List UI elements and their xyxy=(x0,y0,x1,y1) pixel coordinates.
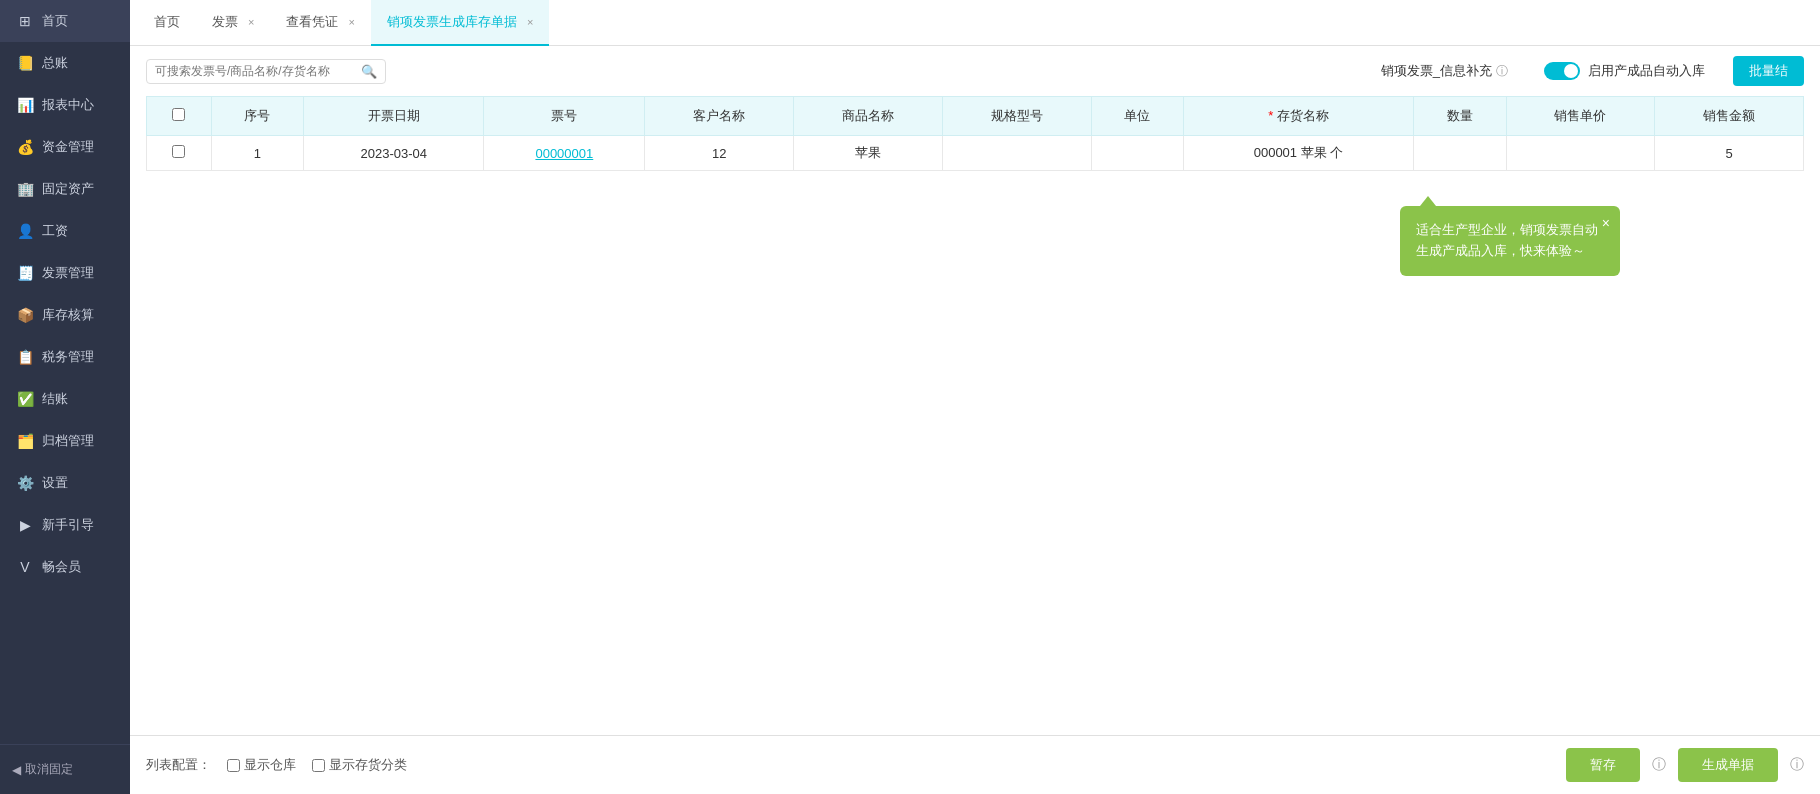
ledger-icon: 📒 xyxy=(16,54,34,72)
sidebar-item-guide[interactable]: ▶ 新手引导 xyxy=(0,504,130,546)
pin-icon: ◀ xyxy=(12,763,21,777)
main-area: 首页 发票 × 查看凭证 × 销项发票生成库存单据 × 🔍 销项发票_信息补充 … xyxy=(130,0,1820,794)
info-help-icon[interactable]: ⓘ xyxy=(1496,63,1508,80)
batch-button[interactable]: 批量结 xyxy=(1733,56,1804,86)
col-inventory: 存货名称 xyxy=(1184,97,1414,136)
cell-spec xyxy=(942,136,1091,171)
vip-icon: V xyxy=(16,558,34,576)
sidebar-item-settlement[interactable]: ✅ 结账 xyxy=(0,378,130,420)
col-product: 商品名称 xyxy=(794,97,943,136)
tab-cancel-invoice[interactable]: 销项发票生成库存单据 × xyxy=(371,0,549,46)
col-date: 开票日期 xyxy=(304,97,484,136)
sidebar-bottom: ◀ 取消固定 xyxy=(0,744,130,794)
generate-button[interactable]: 生成单据 xyxy=(1678,748,1778,782)
page-body: 🔍 销项发票_信息补充 ⓘ 启用产成品自动入库 批量结 xyxy=(130,46,1820,794)
inventory-icon: 📦 xyxy=(16,306,34,324)
archive-icon: 🗂️ xyxy=(16,432,34,450)
tab-home[interactable]: 首页 xyxy=(138,0,196,46)
tab-cancel-invoice-close[interactable]: × xyxy=(527,16,533,28)
col-customer: 客户名称 xyxy=(645,97,794,136)
tooltip-close-button[interactable]: × xyxy=(1602,212,1610,234)
show-category-checkbox[interactable]: 显示存货分类 xyxy=(312,756,407,774)
row-checkbox[interactable] xyxy=(172,145,185,158)
settings-icon: ⚙️ xyxy=(16,474,34,492)
cell-amount: 5 xyxy=(1655,136,1804,171)
funds-icon: 💰 xyxy=(16,138,34,156)
cell-seq: 1 xyxy=(211,136,304,171)
tab-invoice-close[interactable]: × xyxy=(248,16,254,28)
show-warehouse-checkbox[interactable]: 显示仓库 xyxy=(227,756,296,774)
unpin-button[interactable]: ◀ 取消固定 xyxy=(0,753,130,786)
cell-unit-price xyxy=(1506,136,1655,171)
fixed-assets-icon: 🏢 xyxy=(16,180,34,198)
reports-icon: 📊 xyxy=(16,96,34,114)
data-table: 序号 开票日期 票号 客户名称 商品名称 规格型号 单位 存货名称 数量 销售单… xyxy=(146,96,1804,171)
col-amount: 销售金额 xyxy=(1655,97,1804,136)
search-box[interactable]: 🔍 xyxy=(146,59,386,84)
col-unit: 单位 xyxy=(1091,97,1184,136)
col-seq: 序号 xyxy=(211,97,304,136)
tooltip-arrow xyxy=(1420,196,1436,206)
sidebar-item-fixed-assets[interactable]: 🏢 固定资产 xyxy=(0,168,130,210)
cell-inventory: 000001 苹果 个 xyxy=(1184,136,1414,171)
sidebar-item-tax[interactable]: 📋 税务管理 xyxy=(0,336,130,378)
tab-bar: 首页 发票 × 查看凭证 × 销项发票生成库存单据 × xyxy=(130,0,1820,46)
sidebar-item-home[interactable]: ⊞ 首页 xyxy=(0,0,130,42)
save-help-icon[interactable]: ⓘ xyxy=(1652,756,1666,774)
toggle-area: 启用产成品自动入库 xyxy=(1544,62,1705,80)
cell-number[interactable]: 00000001 xyxy=(484,136,645,171)
info-label: 销项发票_信息补充 ⓘ xyxy=(1381,62,1508,80)
auto-warehousing-toggle[interactable] xyxy=(1544,62,1580,80)
col-quantity: 数量 xyxy=(1413,97,1506,136)
invoice-mgmt-icon: 🧾 xyxy=(16,264,34,282)
table-header-row: 序号 开票日期 票号 客户名称 商品名称 规格型号 单位 存货名称 数量 销售单… xyxy=(147,97,1804,136)
home-icon: ⊞ xyxy=(16,12,34,30)
col-spec: 规格型号 xyxy=(942,97,1091,136)
guide-icon: ▶ xyxy=(16,516,34,534)
sidebar-item-inventory[interactable]: 📦 库存核算 xyxy=(0,294,130,336)
save-button[interactable]: 暂存 xyxy=(1566,748,1640,782)
bottom-bar: 列表配置： 显示仓库 显示存货分类 暂存 ⓘ 生成单据 ⓘ xyxy=(130,735,1820,794)
sidebar-item-archive[interactable]: 🗂️ 归档管理 xyxy=(0,420,130,462)
hr-icon: 👤 xyxy=(16,222,34,240)
cell-product: 苹果 xyxy=(794,136,943,171)
sidebar-item-funds[interactable]: 💰 资金管理 xyxy=(0,126,130,168)
search-icon: 🔍 xyxy=(361,64,377,79)
cell-unit xyxy=(1091,136,1184,171)
bottom-actions: 暂存 ⓘ 生成单据 ⓘ xyxy=(1566,748,1804,782)
sidebar-item-hr[interactable]: 👤 工资 xyxy=(0,210,130,252)
tooltip-box: × 适合生产型企业，销项发票自动生成产成品入库，快来体验～ xyxy=(1400,206,1620,276)
table-row: 1 2023-03-04 00000001 12 苹果 000001 苹果 个 … xyxy=(147,136,1804,171)
sidebar: ⊞ 首页 📒 总账 📊 报表中心 💰 资金管理 🏢 固定资产 👤 工资 🧾 发票… xyxy=(0,0,130,794)
col-checkbox xyxy=(147,97,212,136)
sidebar-item-invoice-mgmt[interactable]: 🧾 发票管理 xyxy=(0,252,130,294)
cell-date: 2023-03-04 xyxy=(304,136,484,171)
cell-customer: 12 xyxy=(645,136,794,171)
tab-view-voucher-close[interactable]: × xyxy=(348,16,354,28)
sidebar-item-vip[interactable]: V 畅会员 xyxy=(0,546,130,588)
col-unit-price: 销售单价 xyxy=(1506,97,1655,136)
table-wrapper: 序号 开票日期 票号 客户名称 商品名称 规格型号 单位 存货名称 数量 销售单… xyxy=(130,96,1820,735)
tab-invoice[interactable]: 发票 × xyxy=(196,0,270,46)
generate-help-icon[interactable]: ⓘ xyxy=(1790,756,1804,774)
tab-view-voucher[interactable]: 查看凭证 × xyxy=(270,0,370,46)
select-all-checkbox[interactable] xyxy=(172,108,185,121)
sidebar-item-settings[interactable]: ⚙️ 设置 xyxy=(0,462,130,504)
toolbar: 🔍 销项发票_信息补充 ⓘ 启用产成品自动入库 批量结 xyxy=(130,46,1820,96)
sidebar-item-ledger[interactable]: 📒 总账 xyxy=(0,42,130,84)
settlement-icon: ✅ xyxy=(16,390,34,408)
search-input[interactable] xyxy=(155,64,361,78)
sidebar-item-reports[interactable]: 📊 报表中心 xyxy=(0,84,130,126)
cell-checkbox xyxy=(147,136,212,171)
cell-quantity xyxy=(1413,136,1506,171)
tax-icon: 📋 xyxy=(16,348,34,366)
col-number: 票号 xyxy=(484,97,645,136)
